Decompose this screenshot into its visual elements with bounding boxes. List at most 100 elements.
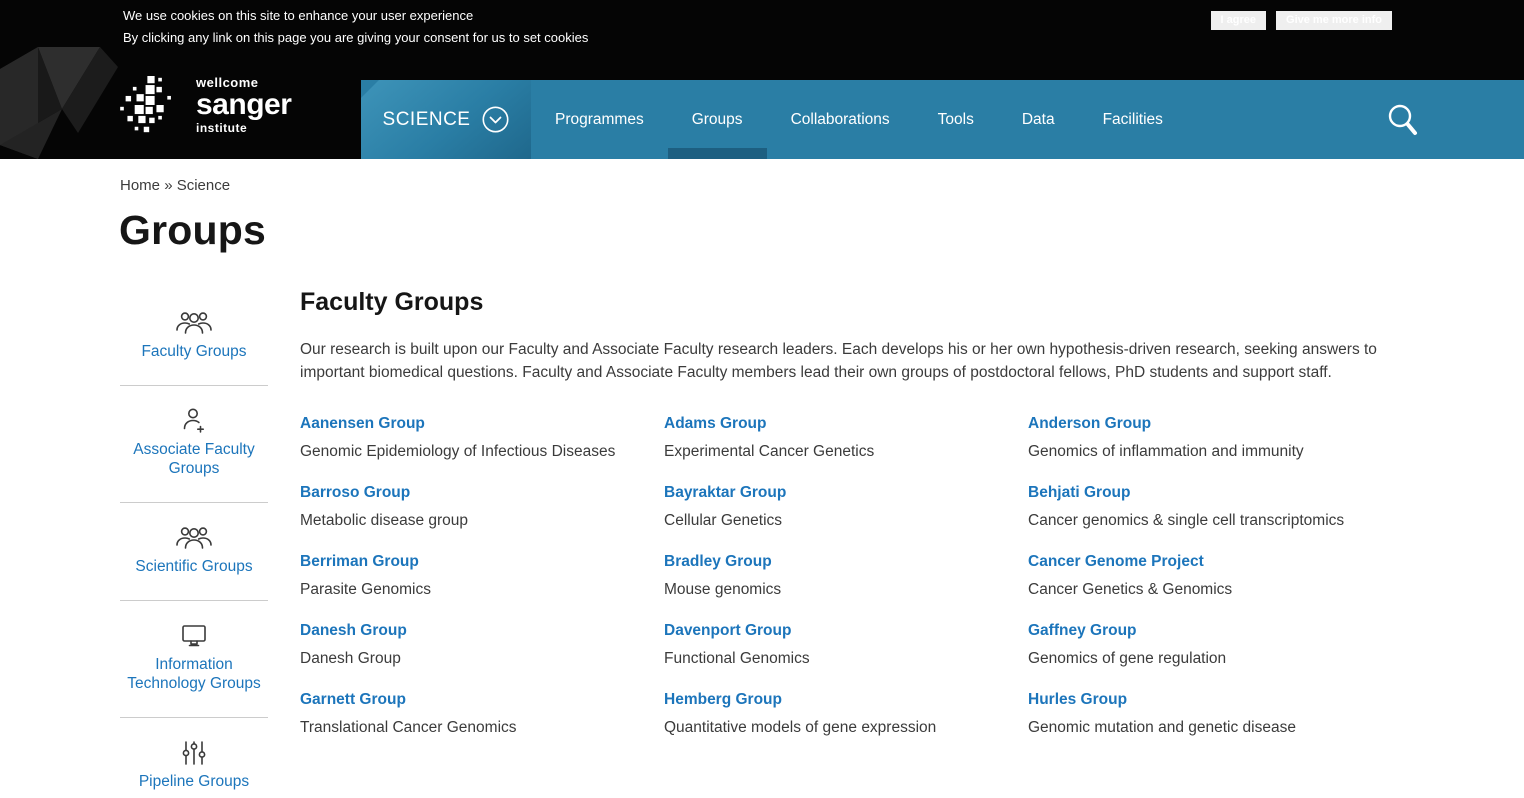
sidebar-item-label: Information Technology Groups xyxy=(127,656,261,692)
group-link[interactable]: Cancer Genome Project xyxy=(1028,553,1204,571)
group-description: Cancer genomics & single cell transcript… xyxy=(1028,512,1345,529)
breadcrumb-separator: » xyxy=(164,177,173,194)
group-cell: Cancer Genome Project Cancer Genetics & G… xyxy=(1028,553,1392,599)
sliders-icon xyxy=(181,739,207,765)
groups-sidebar: Faculty Groups Associate Faculty Groups Sc… xyxy=(120,288,268,798)
sidebar-item-label: Pipeline Groups xyxy=(138,773,250,790)
cookie-banner: We use cookies on this site to enhance y… xyxy=(0,0,1524,47)
sidebar-item-faculty-groups[interactable]: Faculty Groups xyxy=(120,288,268,386)
group-description: Genomics of inflammation and immunity xyxy=(1028,443,1304,460)
nav-item-facilities[interactable]: Facilities xyxy=(1079,80,1187,159)
chevron-down-icon xyxy=(482,106,509,133)
sanger-pixel-mark-icon xyxy=(120,76,171,133)
group-link[interactable]: Bradley Group xyxy=(664,553,772,571)
group-description: Genomic mutation and genetic disease xyxy=(1028,719,1296,736)
group-description: Parasite Genomics xyxy=(300,581,431,598)
nav-item-label: Collaborations xyxy=(790,110,890,128)
group-link[interactable]: Berriman Group xyxy=(300,553,419,571)
group-cell: Aanensen Group Genomic Epidemiology of In… xyxy=(300,415,664,461)
group-link[interactable]: Davenport Group xyxy=(664,622,791,640)
cookie-line-1: We use cookies on this site to enhance y… xyxy=(123,8,474,23)
group-description: Metabolic disease group xyxy=(300,512,469,529)
group-link[interactable]: Hurles Group xyxy=(1028,691,1127,709)
page-title: Groups xyxy=(119,207,266,253)
group-description: Genomic Epidemiology of Infectious Disea… xyxy=(300,443,616,460)
group-link[interactable]: Aanensen Group xyxy=(300,415,425,433)
science-label: SCIENCE xyxy=(382,108,471,130)
sidebar-item-label: Associate Faculty Groups xyxy=(133,441,255,477)
group-cell: Anderson Group Genomics of inflammation a… xyxy=(1028,415,1392,461)
cookie-agree-button[interactable]: I agree xyxy=(1210,11,1267,30)
group-description: Functional Genomics xyxy=(664,650,810,667)
cookie-actions: I agree Give me more info xyxy=(1210,11,1392,30)
group-description: Genomics of gene regulation xyxy=(1028,650,1227,667)
group-link[interactable]: Danesh Group xyxy=(300,622,407,640)
cookie-more-info-button[interactable]: Give me more info xyxy=(1276,11,1392,30)
sidebar-item-label: Faculty Groups xyxy=(141,343,247,360)
group-link[interactable]: Hemberg Group xyxy=(664,691,782,709)
monitor-icon xyxy=(179,622,209,648)
site-header: We use cookies on this site to enhance y… xyxy=(0,0,1524,159)
sidebar-item-associate-faculty-groups[interactable]: Associate Faculty Groups xyxy=(120,386,268,503)
group-cell: Hemberg Group Quantitative models of gene… xyxy=(664,691,1028,737)
science-section-tab[interactable]: SCIENCE xyxy=(361,80,531,159)
group-cell: Behjati Group Cancer genomics & single ce… xyxy=(1028,484,1392,530)
group-description: Cellular Genetics xyxy=(664,512,783,529)
nav-item-collaborations[interactable]: Collaborations xyxy=(767,80,914,159)
group-description: Translational Cancer Genomics xyxy=(300,719,517,736)
group-link[interactable]: Anderson Group xyxy=(1028,415,1151,433)
faculty-groups-section: Faculty Groups Our research is built upo… xyxy=(300,288,1404,798)
nav-item-label: Programmes xyxy=(555,110,644,128)
logo-wordmark: wellcome sanger institute xyxy=(196,76,292,134)
nav-items: Programmes Groups Collaborations Tools Data F… xyxy=(531,80,1187,159)
group-cell: Danesh Group Danesh Group xyxy=(300,622,664,668)
group-link[interactable]: Adams Group xyxy=(664,415,766,433)
logo-line-sanger: sanger xyxy=(196,88,292,121)
nav-item-data[interactable]: Data xyxy=(998,80,1079,159)
nav-item-tools[interactable]: Tools xyxy=(914,80,998,159)
sidebar-item-label: Scientific Groups xyxy=(135,558,253,575)
group-link[interactable]: Garnett Group xyxy=(300,691,406,709)
group-link[interactable]: Barroso Group xyxy=(300,484,410,502)
nav-item-programmes[interactable]: Programmes xyxy=(531,80,668,159)
nav-item-label: Tools xyxy=(937,110,974,128)
cookie-message: We use cookies on this site to enhance y… xyxy=(123,5,588,49)
nav-item-label: Groups xyxy=(691,110,743,128)
group-description: Danesh Group xyxy=(300,650,401,667)
group-link[interactable]: Bayraktar Group xyxy=(664,484,786,502)
group-cell: Davenport Group Functional Genomics xyxy=(664,622,1028,668)
group-description: Mouse genomics xyxy=(664,581,782,598)
group-cell: Bradley Group Mouse genomics xyxy=(664,553,1028,599)
group-link[interactable]: Gaffney Group xyxy=(1028,622,1137,640)
active-nav-indicator xyxy=(667,148,767,159)
group-link[interactable]: Behjati Group xyxy=(1028,484,1130,502)
cookie-line-2: By clicking any link on this page you ar… xyxy=(123,30,589,45)
group-cell: Barroso Group Metabolic disease group xyxy=(300,484,664,530)
sanger-logo[interactable]: wellcome sanger institute xyxy=(120,76,292,134)
sidebar-item-pipeline-groups[interactable]: Pipeline Groups xyxy=(120,718,268,798)
group-description: Experimental Cancer Genetics xyxy=(664,443,875,460)
section-intro: Our research is built upon our Faculty a… xyxy=(300,341,1377,381)
section-heading: Faculty Groups xyxy=(300,288,484,316)
nav-item-label: Data xyxy=(1021,110,1055,128)
person-plus-icon xyxy=(179,407,209,433)
primary-nav: SCIENCE Programmes Groups Collaborations To… xyxy=(361,80,1524,159)
group-description: Quantitative models of gene expression xyxy=(664,719,937,736)
page-content: Home » Science Groups Faculty Groups Asso… xyxy=(0,159,1524,798)
geometric-deco xyxy=(0,47,118,159)
group-description: Cancer Genetics & Genomics xyxy=(1028,581,1233,598)
sidebar-item-information-technology-groups[interactable]: Information Technology Groups xyxy=(120,601,268,718)
group-cell: Berriman Group Parasite Genomics xyxy=(300,553,664,599)
search-button[interactable] xyxy=(1385,80,1419,159)
group-cell: Bayraktar Group Cellular Genetics xyxy=(664,484,1028,530)
search-icon xyxy=(1388,104,1417,135)
body-row: Faculty Groups Associate Faculty Groups Sc… xyxy=(0,288,1524,798)
breadcrumb-science-link[interactable]: Science xyxy=(177,177,230,194)
group-cell: Garnett Group Translational Cancer Genomi… xyxy=(300,691,664,737)
nav-item-label: Facilities xyxy=(1102,110,1163,128)
group-cell: Adams Group Experimental Cancer Genetics xyxy=(664,415,1028,461)
nav-item-groups[interactable]: Groups xyxy=(667,80,767,159)
sidebar-item-scientific-groups[interactable]: Scientific Groups xyxy=(120,503,268,601)
group-cell: Gaffney Group Genomics of gene regulation xyxy=(1028,622,1392,668)
breadcrumb-home-link[interactable]: Home xyxy=(120,177,160,194)
